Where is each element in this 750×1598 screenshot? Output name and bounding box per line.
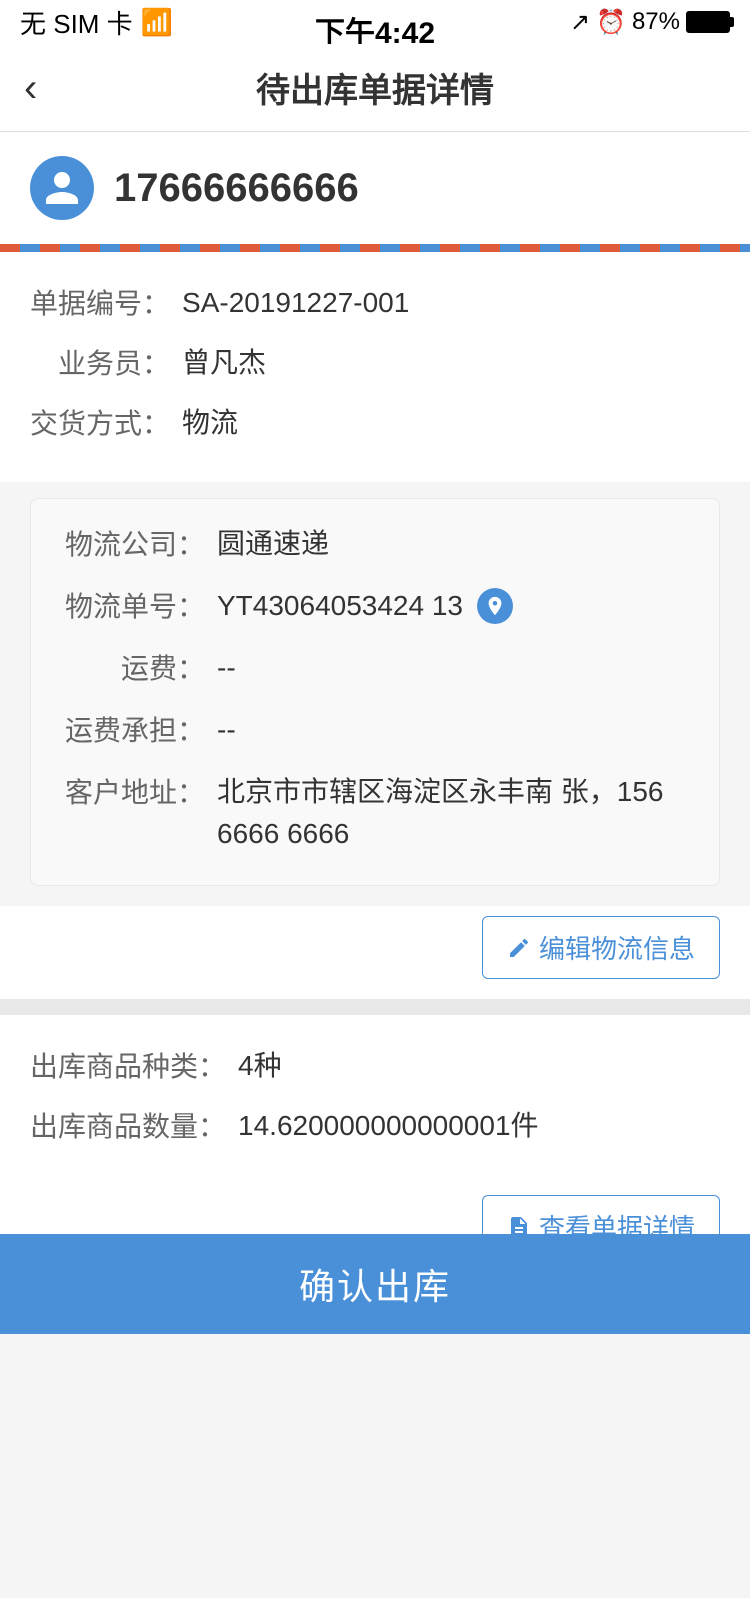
status-bar: 无 SIM 卡 📶 下午4:42 ↗ ⏰ 87% <box>0 0 750 44</box>
delivery-method-value: 物流 <box>182 402 720 444</box>
tracking-number-row: 物流单号： YT43064053424 13 <box>55 585 695 627</box>
back-button[interactable]: ‹ <box>24 68 37 108</box>
dashed-divider <box>0 244 750 252</box>
delivery-method-label: 交货方式： <box>30 402 170 442</box>
content: 17666666666 单据编号： SA-20191227-001 业务员： 曾… <box>0 132 750 1598</box>
tracking-row: YT43064053424 13 <box>205 585 513 627</box>
freight-bearer-row: 运费承担： -- <box>55 709 695 751</box>
edit-icon <box>507 936 531 960</box>
customer-header: 17666666666 <box>0 132 750 244</box>
sim-text: 无 SIM 卡 <box>20 4 133 41</box>
goods-quantity-value: 14.620000000000001件 <box>238 1105 720 1147</box>
order-number-value: SA-20191227-001 <box>182 282 720 324</box>
status-left: 无 SIM 卡 📶 <box>20 4 173 41</box>
logistics-company-row: 物流公司： 圆通速递 <box>55 523 695 565</box>
confirm-button-label: 确认出库 <box>299 1258 451 1310</box>
tracking-number-label: 物流单号： <box>55 585 205 625</box>
salesperson-label: 业务员： <box>30 342 170 382</box>
delivery-method-row: 交货方式： 物流 <box>30 402 720 444</box>
freight-bearer-label: 运费承担： <box>55 709 205 749</box>
edit-logistics-area: 编辑物流信息 <box>0 906 750 999</box>
battery-percent: 87% <box>632 8 680 36</box>
goods-section: 出库商品种类： 4种 出库商品数量： 14.620000000000001件 <box>0 1015 750 1185</box>
logistics-company-label: 物流公司： <box>55 523 205 563</box>
edit-logistics-button[interactable]: 编辑物流信息 <box>482 916 720 979</box>
address-label: 客户地址： <box>55 771 205 811</box>
order-info-section: 单据编号： SA-20191227-001 业务员： 曾凡杰 交货方式： 物流 <box>0 252 750 482</box>
salesperson-value: 曾凡杰 <box>182 342 720 384</box>
address-row: 客户地址： 北京市市辖区海淀区永丰南 张，156 6666 6666 <box>55 771 695 855</box>
freight-value: -- <box>217 647 695 689</box>
order-number-row: 单据编号： SA-20191227-001 <box>30 282 720 324</box>
address-value: 北京市市辖区海淀区永丰南 张，156 6666 6666 <box>217 771 695 855</box>
location-status-icon: ↗ <box>570 8 590 37</box>
map-pin-icon[interactable] <box>477 588 513 624</box>
freight-row: 运费： -- <box>55 647 695 689</box>
order-number-label: 单据编号： <box>30 282 170 322</box>
customer-phone: 17666666666 <box>114 166 359 211</box>
nav-bar: ‹ 待出库单据详情 <box>0 44 750 132</box>
section-divider <box>0 999 750 1015</box>
page-title: 待出库单据详情 <box>256 63 494 112</box>
user-icon <box>42 168 82 208</box>
status-right: ↗ ⏰ 87% <box>570 8 730 37</box>
alarm-icon: ⏰ <box>596 8 626 37</box>
freight-label: 运费： <box>55 647 205 687</box>
edit-logistics-label: 编辑物流信息 <box>539 929 695 966</box>
wifi-icon: 📶 <box>141 7 173 38</box>
freight-bearer-value: -- <box>217 709 695 751</box>
salesperson-row: 业务员： 曾凡杰 <box>30 342 720 384</box>
avatar <box>30 156 94 220</box>
logistics-card: 物流公司： 圆通速递 物流单号： YT43064053424 13 运费： --… <box>30 498 720 886</box>
battery-icon <box>686 11 730 33</box>
goods-quantity-row: 出库商品数量： 14.620000000000001件 <box>30 1105 720 1147</box>
confirm-button[interactable]: 确认出库 <box>0 1234 750 1334</box>
logistics-company-value: 圆通速递 <box>217 523 695 565</box>
tracking-number-value: YT43064053424 13 <box>217 585 463 627</box>
goods-quantity-label: 出库商品数量： <box>30 1105 226 1145</box>
goods-types-row: 出库商品种类： 4种 <box>30 1045 720 1087</box>
goods-types-value: 4种 <box>238 1045 720 1087</box>
goods-types-label: 出库商品种类： <box>30 1045 226 1085</box>
